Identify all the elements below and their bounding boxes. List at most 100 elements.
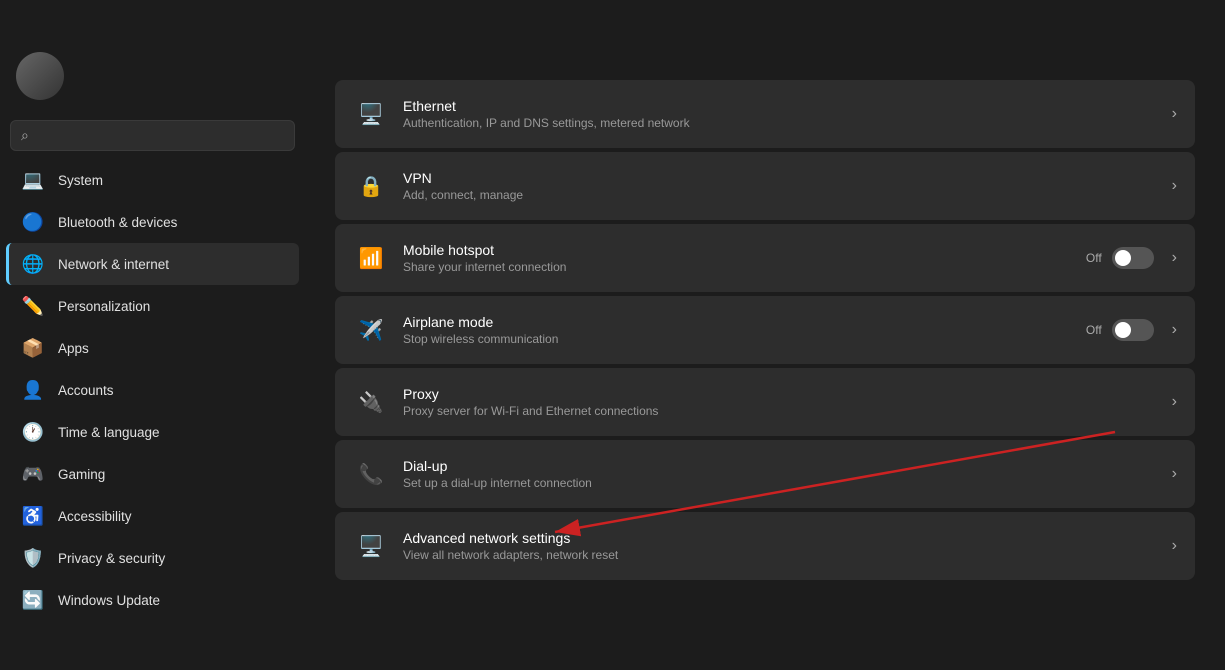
advanced-network-subtitle: View all network adapters, network reset — [403, 548, 1164, 562]
sidebar-label-network: Network & internet — [58, 257, 169, 272]
time-icon: 🕐 — [22, 421, 44, 443]
dial-up-right: › — [1164, 465, 1177, 483]
avatar — [16, 52, 64, 100]
vpn-text: VPN Add, connect, manage — [403, 170, 1164, 202]
main-content: 🖥️ Ethernet Authentication, IP and DNS set… — [305, 40, 1225, 670]
proxy-text: Proxy Proxy server for Wi-Fi and Ethernet… — [403, 386, 1164, 418]
ethernet-chevron: › — [1172, 105, 1177, 123]
mobile-hotspot-title: Mobile hotspot — [403, 242, 1086, 258]
network-icon: 🌐 — [22, 253, 44, 275]
sidebar-item-network[interactable]: 🌐 Network & internet — [6, 243, 299, 285]
bluetooth-icon: 🔵 — [22, 211, 44, 233]
mobile-hotspot-subtitle: Share your internet connection — [403, 260, 1086, 274]
sidebar-label-accounts: Accounts — [58, 383, 114, 398]
vpn-subtitle: Add, connect, manage — [403, 188, 1164, 202]
sidebar-label-apps: Apps — [58, 341, 89, 356]
proxy-subtitle: Proxy server for Wi-Fi and Ethernet conn… — [403, 404, 1164, 418]
proxy-chevron: › — [1172, 393, 1177, 411]
sidebar-label-accessibility: Accessibility — [58, 509, 132, 524]
dial-up-title: Dial-up — [403, 458, 1164, 474]
maximize-button[interactable] — [1133, 0, 1179, 40]
search-box[interactable]: ⌕ — [10, 120, 295, 151]
sidebar-item-accessibility[interactable]: ♿ Accessibility — [6, 495, 299, 537]
ethernet-icon: 🖥️ — [353, 96, 389, 132]
mobile-hotspot-icon: 📶 — [353, 240, 389, 276]
ethernet-right: › — [1164, 105, 1177, 123]
sidebar-label-personalization: Personalization — [58, 299, 150, 314]
airplane-mode-chevron: › — [1172, 321, 1177, 339]
minimize-button[interactable] — [1087, 0, 1133, 40]
airplane-mode-right: Off › — [1086, 319, 1177, 341]
dial-up-icon: 📞 — [353, 456, 389, 492]
gaming-icon: 🎮 — [22, 463, 44, 485]
settings-item-proxy[interactable]: 🔌 Proxy Proxy server for Wi-Fi and Etherne… — [335, 368, 1195, 436]
sidebar-item-personalization[interactable]: ✏️ Personalization — [6, 285, 299, 327]
sidebar-item-gaming[interactable]: 🎮 Gaming — [6, 453, 299, 495]
settings-item-advanced-network[interactable]: 🖥️ Advanced network settings View all netw… — [335, 512, 1195, 580]
advanced-network-title: Advanced network settings — [403, 530, 1164, 546]
back-button[interactable] — [12, 0, 58, 40]
settings-item-dial-up[interactable]: 📞 Dial-up Set up a dial-up internet connec… — [335, 440, 1195, 508]
vpn-chevron: › — [1172, 177, 1177, 195]
search-input[interactable] — [37, 128, 284, 143]
sidebar-label-privacy: Privacy & security — [58, 551, 165, 566]
close-button[interactable] — [1179, 0, 1225, 40]
vpn-title: VPN — [403, 170, 1164, 186]
privacy-icon: 🛡️ — [22, 547, 44, 569]
titlebar-left — [12, 0, 68, 40]
mobile-hotspot-text: Mobile hotspot Share your internet connec… — [403, 242, 1086, 274]
sidebar-item-system[interactable]: 💻System — [6, 159, 299, 201]
sidebar-item-apps[interactable]: 📦 Apps — [6, 327, 299, 369]
advanced-network-text: Advanced network settings View all networ… — [403, 530, 1164, 562]
settings-item-mobile-hotspot[interactable]: 📶 Mobile hotspot Share your internet conne… — [335, 224, 1195, 292]
sidebar-label-time: Time & language — [58, 425, 160, 440]
sidebar-nav: 💻System 🔵 Bluetooth & devices 🌐 Network & in… — [0, 159, 305, 621]
mobile-hotspot-chevron: › — [1172, 249, 1177, 267]
airplane-mode-icon: ✈️ — [353, 312, 389, 348]
ethernet-text: Ethernet Authentication, IP and DNS setti… — [403, 98, 1164, 130]
windows-update-icon: 🔄 — [22, 589, 44, 611]
sidebar-item-windows-update[interactable]: 🔄 Windows Update — [6, 579, 299, 621]
app-body: ⌕ 💻System 🔵 Bluetooth & devices 🌐 Network & … — [0, 40, 1225, 670]
mobile-hotspot-toggle-label: Off — [1086, 251, 1102, 265]
settings-list: 🖥️ Ethernet Authentication, IP and DNS set… — [335, 80, 1195, 580]
proxy-icon: 🔌 — [353, 384, 389, 420]
sidebar-label-bluetooth: Bluetooth & devices — [58, 215, 177, 230]
sidebar-label-windows-update: Windows Update — [58, 593, 160, 608]
ethernet-title: Ethernet — [403, 98, 1164, 114]
apps-icon: 📦 — [22, 337, 44, 359]
advanced-network-right: › — [1164, 537, 1177, 555]
settings-item-airplane-mode[interactable]: ✈️ Airplane mode Stop wireless communicati… — [335, 296, 1195, 364]
mobile-hotspot-right: Off › — [1086, 247, 1177, 269]
content-wrapper: 🖥️ Ethernet Authentication, IP and DNS set… — [335, 80, 1195, 580]
advanced-network-chevron: › — [1172, 537, 1177, 555]
settings-item-vpn[interactable]: 🔒VPNAdd, connect, manage› — [335, 152, 1195, 220]
airplane-mode-title: Airplane mode — [403, 314, 1086, 330]
sidebar: ⌕ 💻System 🔵 Bluetooth & devices 🌐 Network & … — [0, 40, 305, 670]
airplane-mode-toggle-label: Off — [1086, 323, 1102, 337]
advanced-network-icon: 🖥️ — [353, 528, 389, 564]
dial-up-chevron: › — [1172, 465, 1177, 483]
sidebar-item-bluetooth[interactable]: 🔵 Bluetooth & devices — [6, 201, 299, 243]
personalization-icon: ✏️ — [22, 295, 44, 317]
titlebar-controls — [1087, 0, 1225, 40]
ethernet-subtitle: Authentication, IP and DNS settings, met… — [403, 116, 1164, 130]
airplane-mode-toggle[interactable] — [1112, 319, 1154, 341]
sidebar-user-area — [0, 40, 305, 112]
system-icon: 💻 — [22, 169, 44, 191]
settings-item-ethernet[interactable]: 🖥️ Ethernet Authentication, IP and DNS set… — [335, 80, 1195, 148]
mobile-hotspot-toggle[interactable] — [1112, 247, 1154, 269]
sidebar-label-gaming: Gaming — [58, 467, 105, 482]
sidebar-item-time[interactable]: 🕐 Time & language — [6, 411, 299, 453]
sidebar-item-privacy[interactable]: 🛡️ Privacy & security — [6, 537, 299, 579]
titlebar — [0, 0, 1225, 40]
proxy-title: Proxy — [403, 386, 1164, 402]
dial-up-subtitle: Set up a dial-up internet connection — [403, 476, 1164, 490]
search-icon: ⌕ — [21, 127, 29, 144]
airplane-mode-text: Airplane mode Stop wireless communication — [403, 314, 1086, 346]
accounts-icon: 👤 — [22, 379, 44, 401]
sidebar-item-accounts[interactable]: 👤 Accounts — [6, 369, 299, 411]
airplane-mode-subtitle: Stop wireless communication — [403, 332, 1086, 346]
vpn-right: › — [1164, 177, 1177, 195]
accessibility-icon: ♿ — [22, 505, 44, 527]
